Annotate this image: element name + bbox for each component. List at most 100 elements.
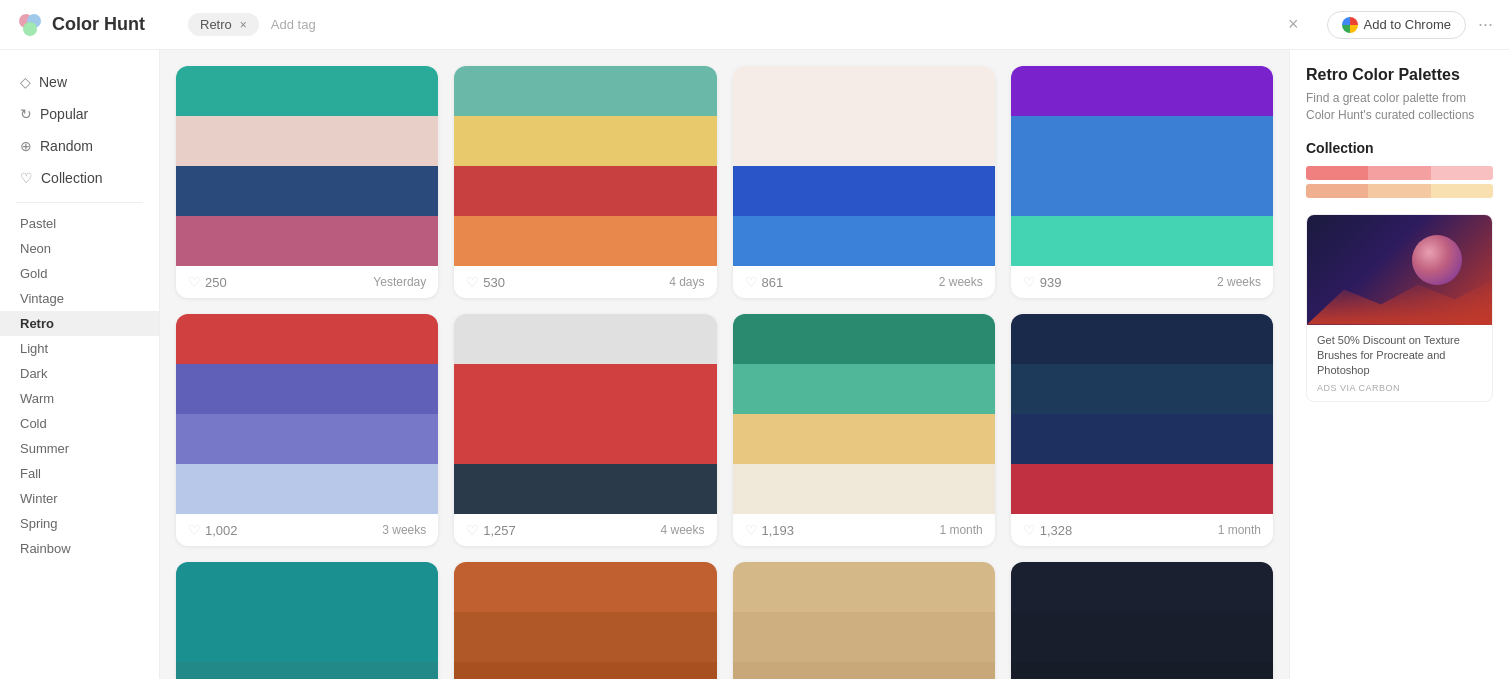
color-swatch [1011, 562, 1273, 612]
close-button[interactable]: × [1288, 14, 1299, 35]
color-swatch [454, 464, 716, 514]
palette-swatches [454, 314, 716, 514]
palette-card[interactable]: ♡ 1,328 1 month [1011, 314, 1273, 546]
ad-box[interactable]: Get 50% Discount on Texture Brushes for … [1306, 214, 1493, 402]
sidebar-tag-light[interactable]: Light [0, 336, 159, 361]
palette-time: 2 weeks [939, 275, 983, 289]
active-tag-pill[interactable]: Retro × [188, 13, 259, 36]
heart-icon: ♡ [1023, 522, 1036, 538]
random-icon: ⊕ [20, 138, 32, 154]
active-tag-label: Retro [200, 17, 232, 32]
ad-content: Get 50% Discount on Texture Brushes for … [1307, 325, 1492, 401]
collection-color-swatch [1431, 166, 1493, 180]
sidebar-nav-label-collection: Collection [41, 170, 102, 186]
sidebar-tag-cold[interactable]: Cold [0, 411, 159, 436]
palette-card[interactable]: ♡ 1,002 3 weeks [176, 314, 438, 546]
palette-swatches [1011, 562, 1273, 679]
palette-likes: ♡ 1,257 [466, 522, 516, 538]
sidebar-nav-new[interactable]: ◇New [0, 66, 159, 98]
color-swatch [454, 216, 716, 266]
color-swatch [1011, 364, 1273, 414]
heart-icon: ♡ [466, 274, 479, 290]
palette-card[interactable]: ♡ 939 2 weeks [1011, 66, 1273, 298]
palette-card[interactable] [454, 562, 716, 679]
palette-card[interactable] [1011, 562, 1273, 679]
palette-card[interactable]: ♡ 1,257 4 weeks [454, 314, 716, 546]
palette-card[interactable]: ♡ 250 Yesterday [176, 66, 438, 298]
color-swatch [454, 364, 716, 414]
palette-swatches [454, 562, 716, 679]
svg-point-2 [23, 22, 37, 36]
color-swatch [733, 314, 995, 364]
sidebar-tag-fall[interactable]: Fall [0, 461, 159, 486]
sidebar-tag-summer[interactable]: Summer [0, 436, 159, 461]
color-swatch [733, 562, 995, 612]
sidebar-nav: ◇New↻Popular ⊕ Random ♡Collection [0, 66, 159, 194]
chrome-icon [1342, 17, 1358, 33]
heart-icon: ♡ [188, 274, 201, 290]
sidebar-tag-spring[interactable]: Spring [0, 511, 159, 536]
color-swatch [176, 364, 438, 414]
palette-footer: ♡ 861 2 weeks [733, 266, 995, 298]
palette-swatches [1011, 66, 1273, 266]
color-swatch [733, 166, 995, 216]
color-swatch [733, 464, 995, 514]
palette-swatches [733, 66, 995, 266]
color-swatch [1011, 166, 1273, 216]
color-swatch [176, 464, 438, 514]
add-tag-button[interactable]: Add tag [271, 17, 316, 32]
sidebar-nav-collection[interactable]: ♡Collection [0, 162, 159, 194]
heart-icon: ♡ [466, 522, 479, 538]
color-swatch [454, 116, 716, 166]
sidebar-nav-label-random: Random [40, 138, 93, 154]
palette-card[interactable]: ♡ 861 2 weeks [733, 66, 995, 298]
palette-time: 4 weeks [660, 523, 704, 537]
sidebar-tag-dark[interactable]: Dark [0, 361, 159, 386]
color-swatch [1011, 314, 1273, 364]
color-swatch [176, 662, 438, 679]
palette-swatches [176, 562, 438, 679]
palette-card[interactable]: ♡ 1,193 1 month [733, 314, 995, 546]
sidebar-tag-gold[interactable]: Gold [0, 261, 159, 286]
more-options-button[interactable]: ··· [1478, 14, 1493, 35]
palette-card[interactable] [176, 562, 438, 679]
sidebar-tag-pastel[interactable]: Pastel [0, 211, 159, 236]
color-swatch [1011, 66, 1273, 116]
palette-swatches [176, 66, 438, 266]
sidebar-tag-neon[interactable]: Neon [0, 236, 159, 261]
color-swatch [176, 166, 438, 216]
logo-text: Color Hunt [52, 14, 145, 35]
color-swatch [454, 314, 716, 364]
palette-time: 4 days [669, 275, 704, 289]
color-swatch [454, 66, 716, 116]
palette-likes: ♡ 530 [466, 274, 505, 290]
sidebar-tag-warm[interactable]: Warm [0, 386, 159, 411]
sidebar-tag-retro[interactable]: Retro [0, 311, 159, 336]
sidebar-nav-random[interactable]: ⊕ Random [0, 130, 159, 162]
sidebar-nav-label-new: New [39, 74, 67, 90]
palette-card[interactable]: ♡ 530 4 days [454, 66, 716, 298]
sidebar-tag-winter[interactable]: Winter [0, 486, 159, 511]
palette-card[interactable] [733, 562, 995, 679]
palette-swatches [733, 314, 995, 514]
sidebar-tag-vintage[interactable]: Vintage [0, 286, 159, 311]
sidebar-tag-rainbow[interactable]: Rainbow [0, 536, 159, 561]
color-swatch [454, 166, 716, 216]
heart-icon: ♡ [745, 522, 758, 538]
likes-count: 939 [1040, 275, 1062, 290]
palette-likes: ♡ 1,002 [188, 522, 238, 538]
likes-count: 1,328 [1040, 523, 1073, 538]
sidebar-nav-label-popular: Popular [40, 106, 88, 122]
sidebar-nav-popular[interactable]: ↻Popular [0, 98, 159, 130]
color-swatch [1011, 414, 1273, 464]
main-layout: ◇New↻Popular⊕Random♡Collection PastelNeo… [0, 50, 1509, 679]
color-swatch [176, 116, 438, 166]
ad-description: Get 50% Discount on Texture Brushes for … [1317, 333, 1482, 379]
tag-close-icon[interactable]: × [240, 18, 247, 32]
likes-count: 861 [762, 275, 784, 290]
palette-likes: ♡ 939 [1023, 274, 1062, 290]
palette-footer: ♡ 1,257 4 weeks [454, 514, 716, 546]
add-to-chrome-button[interactable]: Add to Chrome [1327, 11, 1466, 39]
color-swatch [176, 612, 438, 662]
color-swatch [454, 612, 716, 662]
